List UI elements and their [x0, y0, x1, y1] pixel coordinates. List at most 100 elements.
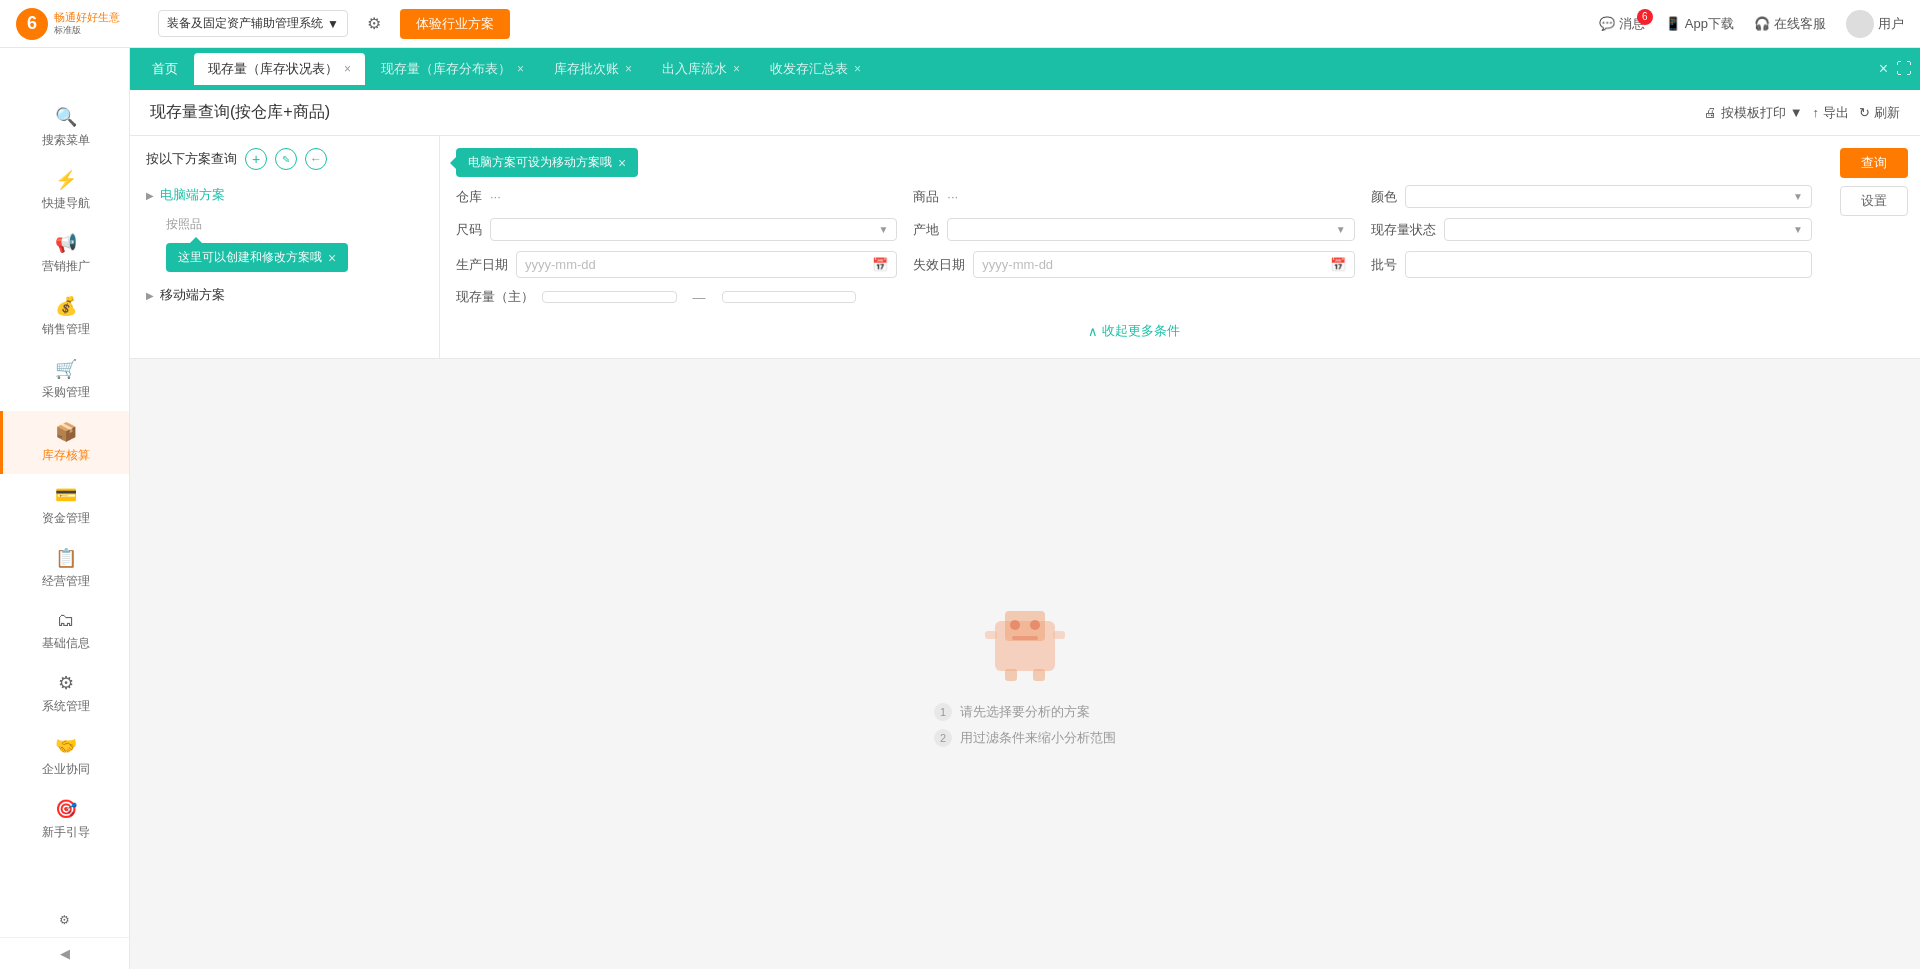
- sidebar: 🔍 搜索菜单 ⚡ 快捷导航 📢 营销推广 💰 销售管理 🛒 采购管理 📦: [0, 48, 130, 969]
- tab-close-batch-account[interactable]: ×: [625, 63, 632, 75]
- filter-row-2: 尺码 ▼ 产地 ▼: [456, 218, 1812, 241]
- sidebar-item-system[interactable]: ⚙ 系统管理: [0, 662, 129, 725]
- tooltip1-close-icon[interactable]: ×: [618, 155, 626, 171]
- tab-close-all-icon[interactable]: ×: [1879, 60, 1888, 78]
- operations-icon: 📋: [55, 547, 77, 569]
- sidebar-item-search[interactable]: 🔍 搜索菜单: [0, 96, 129, 159]
- expire-date-input[interactable]: yyyy-mm-dd 📅: [973, 251, 1354, 278]
- tab-batch-account[interactable]: 库存批次账 ×: [540, 53, 646, 85]
- avatar: [1846, 10, 1874, 38]
- tab-bar: 首页 现存量（库存状况表） × 现存量（库存分布表） × 库存批次账 × 出入库…: [130, 48, 1920, 90]
- goods-dots[interactable]: ···: [947, 189, 1354, 204]
- notifications-button[interactable]: 💬 消息 6: [1599, 15, 1645, 33]
- logo-icon: 6: [16, 8, 48, 40]
- color-selector[interactable]: ▼: [1405, 185, 1812, 208]
- filter-main: 电脑方案可设为移动方案哦 × 仓库 ···: [440, 136, 1828, 358]
- sidebar-item-operations[interactable]: 📋 经营管理: [0, 537, 129, 600]
- filter-row-4: 现存量（主） —: [456, 288, 1812, 306]
- search-icon: 🔍: [55, 106, 77, 128]
- refresh-icon: ↻: [1859, 105, 1870, 120]
- add-scheme-button[interactable]: +: [245, 148, 267, 170]
- stock-status-caret-icon: ▼: [1793, 224, 1803, 235]
- sidebar-item-inventory[interactable]: 📦 库存核算: [0, 411, 129, 474]
- page-actions: 🖨 按模板打印 ▼ ↑ 导出 ↻ 刷新: [1704, 104, 1900, 122]
- tab-close-inventory-status[interactable]: ×: [344, 63, 351, 75]
- chevron-up-icon: ∧: [1088, 324, 1098, 339]
- export-button[interactable]: ↑ 导出: [1813, 104, 1850, 122]
- tooltip-scheme-edit: 这里可以创建和修改方案哦 ×: [166, 243, 348, 272]
- app-download-button[interactable]: 📱 App下载: [1665, 15, 1734, 33]
- sidebar-item-basic-info[interactable]: 🗂 基础信息: [0, 600, 129, 662]
- sidebar-collapse-button[interactable]: ◀: [0, 937, 129, 969]
- size-caret-icon: ▼: [878, 224, 888, 235]
- tooltip2-close-icon[interactable]: ×: [328, 250, 336, 266]
- query-button[interactable]: 查询: [1840, 148, 1908, 178]
- industry-button[interactable]: 体验行业方案: [400, 9, 510, 39]
- svg-point-3: [1030, 620, 1040, 630]
- warehouse-dots[interactable]: ···: [490, 189, 897, 204]
- filter-row-3: 生产日期 yyyy-mm-dd 📅 失效日期 yyyy-mm-dd: [456, 251, 1812, 278]
- filter-label: 按以下方案查询: [146, 150, 237, 168]
- fullscreen-icon[interactable]: ⛶: [1896, 60, 1912, 78]
- stock-status-selector[interactable]: ▼: [1444, 218, 1812, 241]
- sidebar-item-capital[interactable]: 💳 资金管理: [0, 474, 129, 537]
- basic-info-icon: 🗂: [57, 610, 75, 631]
- user-menu[interactable]: 用户: [1846, 10, 1904, 38]
- tab-inventory-status[interactable]: 现存量（库存状况表） ×: [194, 53, 365, 85]
- scheme-panel: 按以下方案查询 + ✎ ← ▶ 电脑端方案 按照品: [130, 136, 440, 358]
- tab-close-inventory-dist[interactable]: ×: [517, 63, 524, 75]
- tab-close-collect-send[interactable]: ×: [854, 63, 861, 75]
- sidebar-item-guide[interactable]: 🎯 新手引导: [0, 788, 129, 851]
- sidebar-item-purchase[interactable]: 🛒 采购管理: [0, 348, 129, 411]
- refresh-button[interactable]: ↻ 刷新: [1859, 104, 1900, 122]
- sidebar-settings-button[interactable]: ⚙: [0, 903, 129, 937]
- svg-point-2: [1010, 620, 1020, 630]
- print-icon: 🖨: [1704, 105, 1717, 120]
- export-icon: ↑: [1813, 105, 1820, 120]
- color-caret-icon: ▼: [1793, 191, 1803, 202]
- calendar-icon-expire: 📅: [1330, 257, 1346, 272]
- page-header: 现存量查询(按仓库+商品) 🖨 按模板打印 ▼ ↑ 导出 ↻ 刷新: [130, 90, 1920, 136]
- collapse-filter-button[interactable]: ∧ 收起更多条件: [456, 316, 1812, 346]
- scheme-desktop[interactable]: ▶ 电脑端方案: [130, 180, 439, 210]
- marketing-icon: 📢: [55, 232, 77, 254]
- tab-home[interactable]: 首页: [138, 53, 192, 85]
- svg-rect-7: [1005, 669, 1017, 681]
- notification-badge: 6: [1637, 9, 1653, 25]
- collapse-arrow-icon: ◀: [60, 946, 70, 961]
- logo-badge: 标准版: [54, 24, 120, 37]
- sidebar-item-marketing[interactable]: 📢 营销推广: [0, 222, 129, 285]
- origin-selector[interactable]: ▼: [947, 218, 1354, 241]
- tab-inventory-dist[interactable]: 现存量（库存分布表） ×: [367, 53, 538, 85]
- calendar-icon-produce: 📅: [872, 257, 888, 272]
- tree-expand-mobile-icon: ▶: [146, 290, 154, 301]
- enterprise-icon: 🤝: [55, 735, 77, 757]
- back-scheme-button[interactable]: ←: [305, 148, 327, 170]
- tab-in-out-flow[interactable]: 出入库流水 ×: [648, 53, 754, 85]
- guide-icon: 🎯: [55, 798, 77, 820]
- sidebar-item-enterprise[interactable]: 🤝 企业协同: [0, 725, 129, 788]
- tab-collect-send[interactable]: 收发存汇总表 ×: [756, 53, 875, 85]
- edit-scheme-button[interactable]: ✎: [275, 148, 297, 170]
- produce-date-input[interactable]: yyyy-mm-dd 📅: [516, 251, 897, 278]
- scheme-desktop-child[interactable]: 按照品: [130, 210, 439, 239]
- reset-button[interactable]: 设置: [1840, 186, 1908, 216]
- stock-main-start[interactable]: [542, 291, 677, 303]
- sidebar-gear-icon: ⚙: [59, 913, 70, 927]
- filter-row-1: 仓库 ··· 商品 ···: [456, 185, 1812, 208]
- online-support-button[interactable]: 🎧 在线客服: [1754, 15, 1826, 33]
- size-selector[interactable]: ▼: [490, 218, 897, 241]
- svg-rect-8: [1033, 669, 1045, 681]
- system-selector[interactable]: 装备及固定资产辅助管理系统 ▼: [158, 10, 348, 37]
- sidebar-item-sales[interactable]: 💰 销售管理: [0, 285, 129, 348]
- tree-expand-icon: ▶: [146, 190, 154, 201]
- settings-icon[interactable]: ⚙: [360, 10, 388, 38]
- logo-area: 6 畅通好好生意 标准版: [16, 8, 146, 40]
- batch-input[interactable]: [1405, 251, 1812, 278]
- stock-main-end[interactable]: [722, 291, 857, 303]
- sidebar-item-quick-nav[interactable]: ⚡ 快捷导航: [0, 159, 129, 222]
- tab-close-in-out-flow[interactable]: ×: [733, 63, 740, 75]
- origin-caret-icon: ▼: [1336, 224, 1346, 235]
- scheme-mobile[interactable]: ▶ 移动端方案: [130, 280, 439, 310]
- print-button[interactable]: 🖨 按模板打印 ▼: [1704, 104, 1803, 122]
